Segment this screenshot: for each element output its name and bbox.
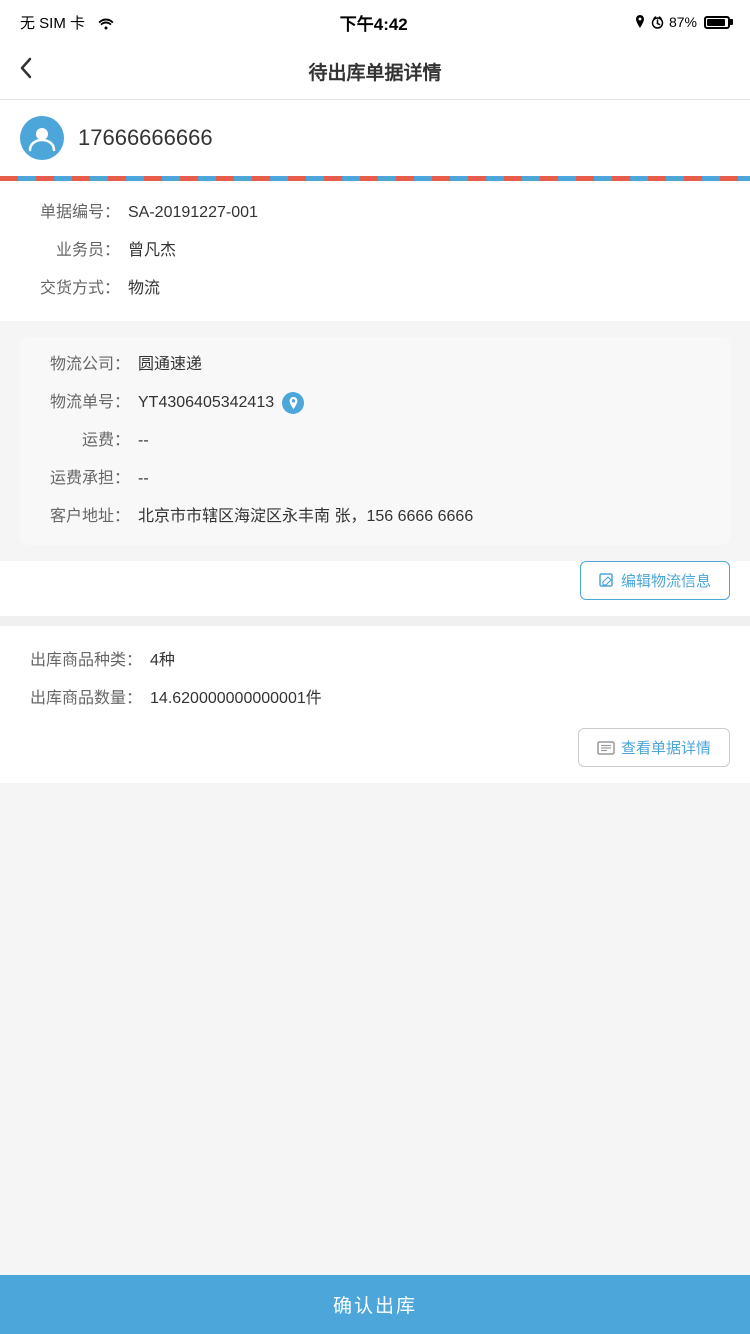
logistics-freight-bearer-label: 运费承担： xyxy=(40,467,130,491)
logistics-address-row: 客户地址： 北京市市辖区海淀区永丰南 张，156 6666 6666 xyxy=(40,505,710,529)
page-title: 待出库单据详情 xyxy=(308,58,441,85)
logistics-tracking-label: 物流单号： xyxy=(40,391,130,415)
document-icon xyxy=(597,741,615,755)
delivery-value: 物流 xyxy=(128,277,720,301)
salesman-row: 业务员： 曾凡杰 xyxy=(30,239,720,263)
document-number-label: 单据编号： xyxy=(30,201,120,225)
logistics-company-row: 物流公司： 圆通速递 xyxy=(40,353,710,377)
edit-logistics-container: 编辑物流信息 xyxy=(0,561,750,616)
logistics-address-value: 北京市市辖区海淀区永丰南 张，156 6666 6666 xyxy=(138,505,710,529)
document-number-row: 单据编号： SA-20191227-001 xyxy=(30,201,720,225)
delivery-label: 交货方式： xyxy=(30,277,120,301)
goods-section: 出库商品种类： 4种 出库商品数量： 14.620000000000001件 xyxy=(0,626,750,728)
nav-bar: 待出库单据详情 xyxy=(0,44,750,100)
tracking-location-button[interactable] xyxy=(282,392,304,414)
edit-icon xyxy=(599,573,615,589)
logistics-freight-value: -- xyxy=(138,429,710,453)
logistics-company-value: 圆通速递 xyxy=(138,353,710,377)
logistics-address-label: 客户地址： xyxy=(40,505,130,529)
logistics-freight-bearer-value: -- xyxy=(138,467,710,491)
avatar xyxy=(20,116,64,160)
logistics-tracking-value: YT4306405342413 xyxy=(138,391,710,415)
battery-percent: 87% xyxy=(669,14,697,30)
empty-space xyxy=(0,783,750,1278)
status-indicators: 87% xyxy=(634,14,730,30)
location-status-icon xyxy=(634,15,646,29)
logistics-tracking-row: 物流单号： YT4306405342413 xyxy=(40,391,710,415)
alarm-status-icon xyxy=(651,16,664,29)
goods-quantity-value: 14.620000000000001件 xyxy=(150,684,720,708)
logistics-freight-bearer-row: 运费承担： -- xyxy=(40,467,710,491)
document-number-value: SA-20191227-001 xyxy=(128,201,720,225)
delivery-row: 交货方式： 物流 xyxy=(30,277,720,301)
confirm-button[interactable]: 确认出库 xyxy=(0,1291,750,1318)
battery-icon xyxy=(704,16,730,29)
status-bar: 无 SIM 卡 下午4:42 87% xyxy=(0,0,750,44)
document-info-section: 单据编号： SA-20191227-001 业务员： 曾凡杰 交货方式： 物流 xyxy=(0,181,750,321)
view-detail-label: 查看单据详情 xyxy=(621,737,711,758)
section-separator-1 xyxy=(0,616,750,626)
customer-phone: 17666666666 xyxy=(78,125,213,151)
edit-logistics-label: 编辑物流信息 xyxy=(621,570,711,591)
logistics-company-label: 物流公司： xyxy=(40,353,130,377)
back-button[interactable] xyxy=(12,49,40,94)
logistics-freight-label: 运费： xyxy=(40,429,130,453)
status-time: 下午4:42 xyxy=(340,10,408,35)
goods-types-value: 4种 xyxy=(150,646,720,670)
status-carrier: 无 SIM 卡 xyxy=(20,12,114,33)
confirm-button-container[interactable]: 确认出库 xyxy=(0,1275,750,1334)
customer-header: 17666666666 xyxy=(0,100,750,176)
goods-quantity-row: 出库商品数量： 14.620000000000001件 xyxy=(30,684,720,708)
goods-types-row: 出库商品种类： 4种 xyxy=(30,646,720,670)
logistics-freight-row: 运费： -- xyxy=(40,429,710,453)
view-detail-button[interactable]: 查看单据详情 xyxy=(578,728,730,767)
view-detail-container: 查看单据详情 xyxy=(0,728,750,783)
logistics-card: 物流公司： 圆通速递 物流单号： YT4306405342413 运费： -- … xyxy=(20,337,730,545)
goods-types-label: 出库商品种类： xyxy=(30,646,142,670)
goods-quantity-label: 出库商品数量： xyxy=(30,684,142,708)
salesman-label: 业务员： xyxy=(30,239,120,263)
edit-logistics-button[interactable]: 编辑物流信息 xyxy=(580,561,730,600)
salesman-value: 曾凡杰 xyxy=(128,239,720,263)
